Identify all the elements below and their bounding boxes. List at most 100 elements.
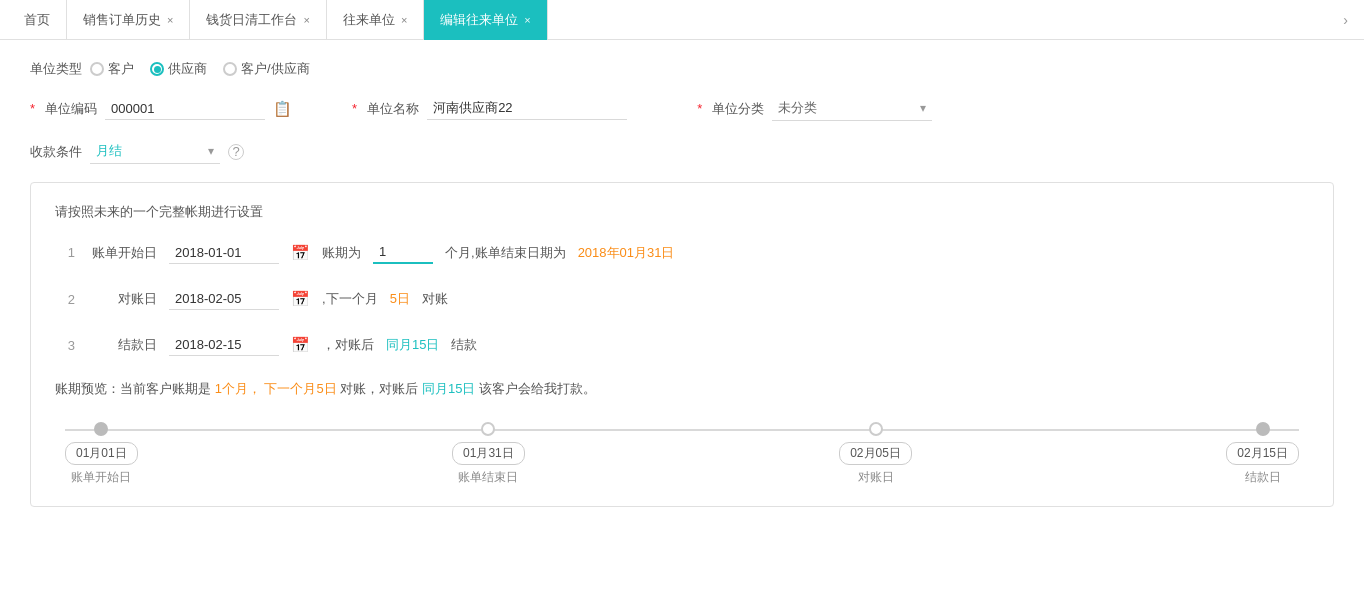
tl-dot-4 (1256, 422, 1270, 436)
row-label-2: 对账日 (87, 290, 157, 308)
tab-sales-history-label: 销售订单历史 (83, 11, 161, 29)
payment-group: 收款条件 月结 ▾ ? (30, 139, 244, 164)
name-input[interactable] (427, 98, 627, 120)
timeline-points: 01月01日 账单开始日 01月31日 账单结束日 (65, 422, 1299, 486)
setting-row-1: 1 账单开始日 📅 账期为 个月,账单结束日期为 2018年01月31日 (55, 241, 1309, 264)
tl-label-3: 02月05日 (839, 442, 912, 465)
radio-supplier[interactable]: 供应商 (150, 60, 207, 78)
calendar-icon[interactable]: 📋 (273, 100, 292, 118)
name-star: * (352, 101, 357, 116)
period-label: 账期为 (322, 244, 361, 262)
start-date-calendar-icon[interactable]: 📅 (291, 244, 310, 262)
preview-suffix: 该客户会给我打款。 (479, 381, 596, 396)
category-value: 未分类 (778, 99, 914, 117)
radio-supplier-label: 供应商 (168, 60, 207, 78)
tl-label-2: 01月31日 (452, 442, 525, 465)
tab-edit-partner-label: 编辑往来单位 (440, 11, 518, 29)
name-label: 单位名称 (367, 100, 419, 118)
payment-desc-after: 结款 (451, 336, 477, 354)
tabs-arrow[interactable]: › (1335, 12, 1356, 28)
tl-dot-3 (869, 422, 883, 436)
recon-desc-before: ,下一个月 (322, 290, 378, 308)
radio-both[interactable]: 客户/供应商 (223, 60, 310, 78)
tab-partner-label: 往来单位 (343, 11, 395, 29)
unit-type-row: 单位类型 客户 供应商 客户/供应商 (30, 60, 1334, 78)
radio-supplier-circle (150, 62, 164, 76)
start-date-input[interactable] (169, 242, 279, 264)
code-input[interactable] (105, 98, 265, 120)
preview-mid: 下一个月5日 (264, 381, 336, 396)
payment-date-calendar-icon[interactable]: 📅 (291, 336, 310, 354)
period-input[interactable] (373, 241, 433, 264)
tl-label-4: 02月15日 (1226, 442, 1299, 465)
payment-value: 月结 (96, 142, 202, 160)
category-select[interactable]: 未分类 ▾ (772, 96, 932, 121)
tabs-bar: 首页 销售订单历史 × 钱货日清工作台 × 往来单位 × 编辑往来单位 × › (0, 0, 1364, 40)
main-content: 单位类型 客户 供应商 客户/供应商 * 单位编码 (0, 40, 1364, 608)
payment-desc-before: ，对账后 (322, 336, 374, 354)
timeline: 01月01日 账单开始日 01月31日 账单结束日 (55, 422, 1309, 486)
category-label: 单位分类 (712, 100, 764, 118)
tl-dot-2 (481, 422, 495, 436)
card-instruction: 请按照未来的一个完整帐期进行设置 (55, 203, 1309, 221)
tab-edit-partner[interactable]: 编辑往来单位 × (424, 0, 547, 40)
tl-dot-1 (94, 422, 108, 436)
radio-both-circle (223, 62, 237, 76)
setting-row-2: 2 对账日 📅 ,下一个月 5日 对账 (55, 288, 1309, 310)
tab-home[interactable]: 首页 (8, 0, 67, 40)
tab-cash-daily-close[interactable]: × (303, 14, 309, 26)
category-group: * 单位分类 未分类 ▾ (697, 96, 932, 121)
recon-highlight: 5日 (390, 290, 410, 308)
code-group: * 单位编码 📋 (30, 98, 292, 120)
payment-label: 收款条件 (30, 143, 82, 161)
row-num-2: 2 (55, 292, 75, 307)
setting-row-3: 3 结款日 📅 ，对账后 同月15日 结款 (55, 334, 1309, 356)
name-group: * 单位名称 (352, 98, 627, 120)
preview-end: 同月15日 (422, 381, 475, 396)
payment-date-input[interactable] (169, 334, 279, 356)
tl-label-1: 01月01日 (65, 442, 138, 465)
tab-home-label: 首页 (24, 11, 50, 29)
radio-customer[interactable]: 客户 (90, 60, 134, 78)
payment-dropdown-icon: ▾ (208, 144, 214, 158)
unit-type-group: 单位类型 客户 供应商 客户/供应商 (30, 60, 310, 78)
tl-point-2: 01月31日 账单结束日 (452, 422, 525, 486)
tl-sublabel-1: 账单开始日 (71, 469, 131, 486)
tab-partner[interactable]: 往来单位 × (327, 0, 424, 40)
tl-point-1: 01月01日 账单开始日 (65, 422, 138, 486)
recon-date-input[interactable] (169, 288, 279, 310)
code-star: * (30, 101, 35, 116)
tab-cash-daily[interactable]: 钱货日清工作台 × (190, 0, 326, 40)
tab-partner-close[interactable]: × (401, 14, 407, 26)
recon-desc-after: 对账 (422, 290, 448, 308)
tl-point-4: 02月15日 结款日 (1226, 422, 1299, 486)
radio-customer-circle (90, 62, 104, 76)
row-label-3: 结款日 (87, 336, 157, 354)
settings-card: 请按照未来的一个完整帐期进行设置 1 账单开始日 📅 账期为 个月,账单结束日期… (30, 182, 1334, 507)
tl-sublabel-2: 账单结束日 (458, 469, 518, 486)
radio-group: 客户 供应商 客户/供应商 (90, 60, 310, 78)
tab-sales-history-close[interactable]: × (167, 14, 173, 26)
preview-prefix: 账期预览：当前客户账期是 (55, 381, 211, 396)
category-star: * (697, 101, 702, 116)
preview-period: 1个月， (215, 381, 261, 396)
radio-both-label: 客户/供应商 (241, 60, 310, 78)
category-dropdown-icon: ▾ (920, 101, 926, 115)
payment-row: 收款条件 月结 ▾ ? (30, 139, 1334, 164)
radio-customer-label: 客户 (108, 60, 134, 78)
tl-sublabel-4: 结款日 (1245, 469, 1281, 486)
help-icon[interactable]: ? (228, 144, 244, 160)
payment-select[interactable]: 月结 ▾ (90, 139, 220, 164)
code-name-row: * 单位编码 📋 * 单位名称 * 单位分类 未分类 ▾ (30, 96, 1334, 121)
unit-type-label: 单位类型 (30, 60, 82, 78)
preview-section: 账期预览：当前客户账期是 1个月， 下一个月5日 对账，对账后 同月15日 该客… (55, 380, 1309, 398)
period-end-date: 2018年01月31日 (578, 244, 675, 262)
recon-date-calendar-icon[interactable]: 📅 (291, 290, 310, 308)
period-unit: 个月,账单结束日期为 (445, 244, 566, 262)
row-label-1: 账单开始日 (87, 244, 157, 262)
tab-edit-partner-close[interactable]: × (524, 14, 530, 26)
tab-cash-daily-label: 钱货日清工作台 (206, 11, 297, 29)
tl-sublabel-3: 对账日 (858, 469, 894, 486)
preview-text2: 对账，对账后 (340, 381, 418, 396)
tab-sales-history[interactable]: 销售订单历史 × (67, 0, 190, 40)
